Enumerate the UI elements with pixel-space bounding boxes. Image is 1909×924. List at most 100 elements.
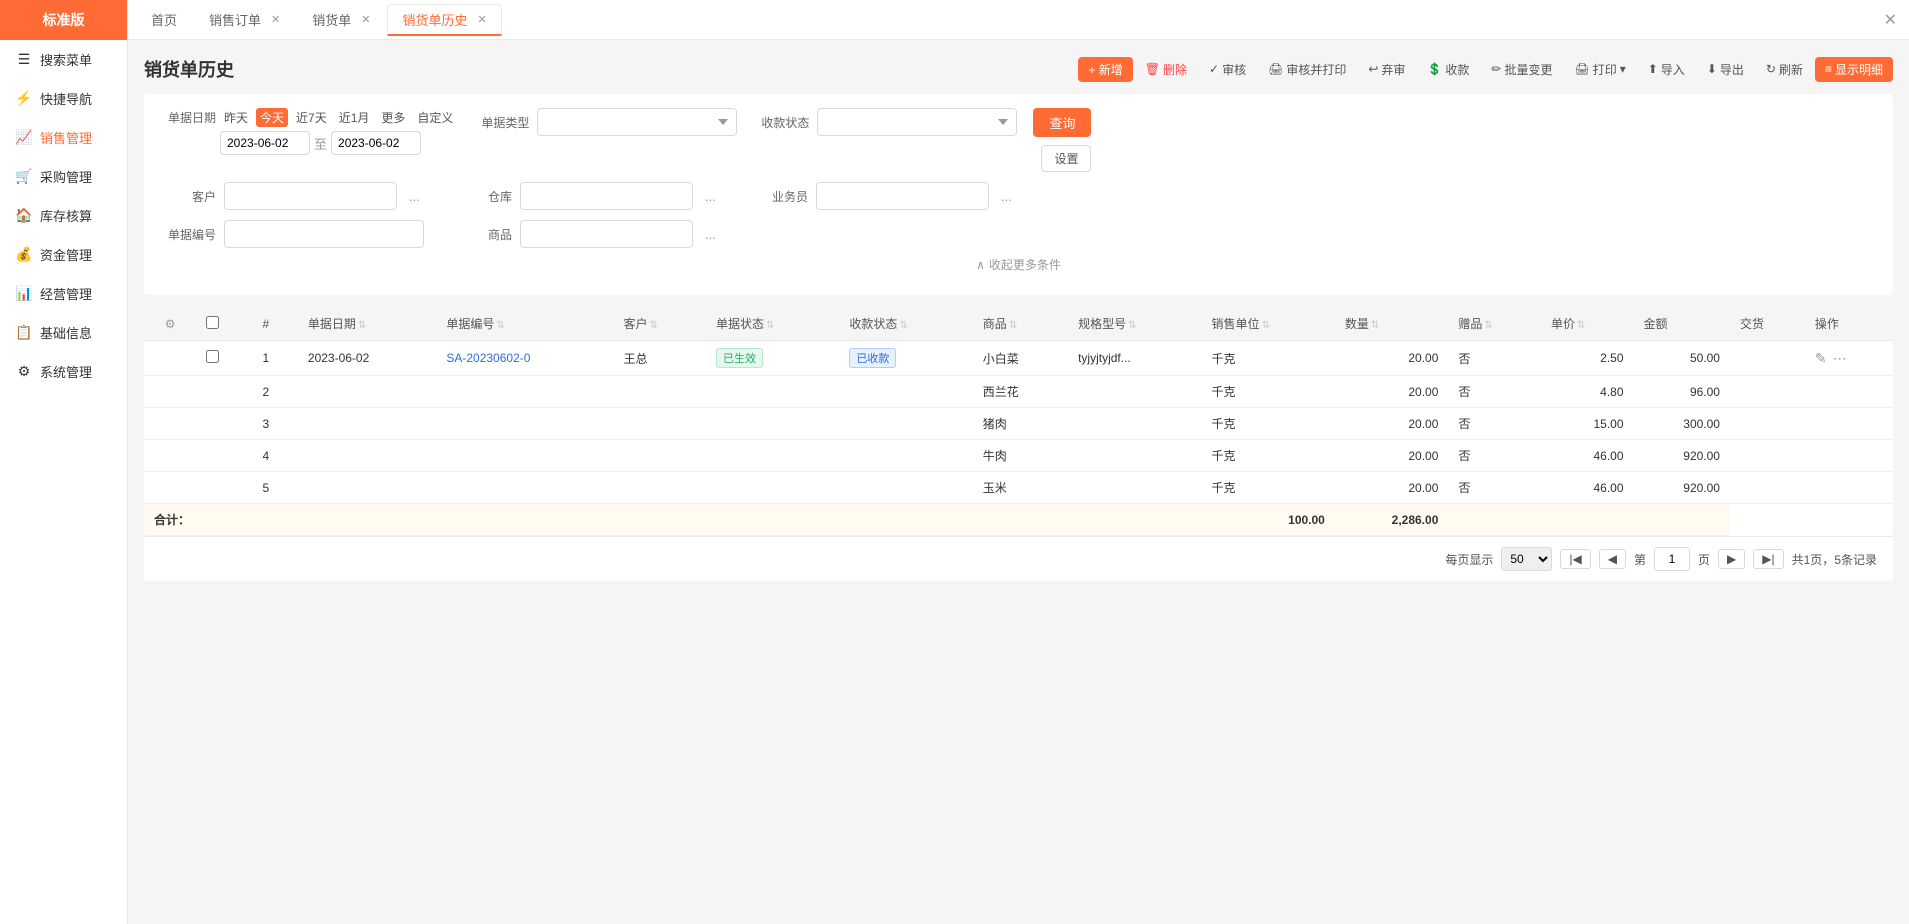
row-checkbox[interactable]	[196, 376, 252, 408]
gear-header[interactable]: ⚙	[144, 307, 196, 341]
import-button[interactable]: ⬆ 导入	[1638, 57, 1695, 82]
tab-sales-order-close[interactable]: ✕	[271, 13, 280, 26]
sidebar-item-operations[interactable]: 📊 经营管理	[0, 274, 127, 313]
7days-shortcut[interactable]: 近7天	[292, 108, 331, 127]
new-button[interactable]: + 新增	[1078, 57, 1132, 82]
sidebar-item-basic-info[interactable]: 📋 基础信息	[0, 313, 127, 352]
sidebar-item-label: 采购管理	[40, 167, 92, 186]
row-checkbox[interactable]	[196, 440, 252, 472]
row-doc-number[interactable]	[436, 408, 613, 440]
filter-actions: 查询 设置	[1033, 108, 1091, 172]
tab-sales-history-close[interactable]: ✕	[478, 13, 487, 26]
row-doc-number[interactable]	[436, 376, 613, 408]
sidebar-item-inventory[interactable]: 🏠 库存核算	[0, 196, 127, 235]
row-doc-number[interactable]	[436, 440, 613, 472]
page-size-select[interactable]: 50 20 100	[1501, 547, 1552, 571]
payment-status-select[interactable]	[817, 108, 1017, 136]
discard-button[interactable]: ↩ 弃审	[1358, 57, 1415, 82]
customer-dots[interactable]: ...	[409, 189, 420, 204]
audit-button[interactable]: ✓ 审核	[1199, 57, 1256, 82]
1month-shortcut[interactable]: 近1月	[335, 108, 374, 127]
export-button[interactable]: ⬇ 导出	[1697, 57, 1754, 82]
tab-sales-delivery[interactable]: 销货单 ✕	[297, 4, 385, 36]
print-button[interactable]: 🖨 打印 ▾	[1564, 57, 1635, 82]
tab-sales-history[interactable]: 销货单历史 ✕	[387, 4, 501, 36]
gift-header[interactable]: 赠品⇅	[1448, 307, 1541, 341]
last-page-button[interactable]: ▶|	[1753, 549, 1783, 569]
batch-change-button[interactable]: ✏ 批量变更	[1481, 57, 1562, 82]
row-product: 西兰花	[973, 376, 1068, 408]
doc-status-header[interactable]: 单据状态⇅	[706, 307, 839, 341]
sidebar-item-system[interactable]: ⚙ 系统管理	[0, 352, 127, 391]
row-customer	[613, 472, 706, 504]
more-shortcut[interactable]: 更多	[377, 108, 409, 127]
table-row: 4 牛肉 千克 20.00 否 46.00 920.00	[144, 440, 1893, 472]
warehouse-input[interactable]	[520, 182, 693, 210]
next-page-button[interactable]: ▶	[1718, 549, 1745, 569]
row-checkbox-input[interactable]	[206, 350, 219, 363]
edit-button[interactable]: ✎	[1815, 350, 1827, 367]
quantity-header[interactable]: 数量⇅	[1335, 307, 1449, 341]
price-header[interactable]: 单价⇅	[1541, 307, 1634, 341]
first-page-button[interactable]: |◀	[1560, 549, 1590, 569]
quick-nav-icon: ⚡	[16, 91, 32, 107]
row-checkbox[interactable]	[196, 472, 252, 504]
date-from-input[interactable]	[220, 131, 310, 155]
unit-header[interactable]: 销售单位⇅	[1201, 307, 1334, 341]
refresh-icon: ↻	[1766, 62, 1776, 76]
table-row: 2 西兰花 千克 20.00 否 4.80 96.00	[144, 376, 1893, 408]
product-input[interactable]	[520, 220, 693, 248]
sidebar-item-finance[interactable]: 💰 资金管理	[0, 235, 127, 274]
select-all-checkbox[interactable]	[206, 316, 219, 329]
doc-date-header[interactable]: 单据日期⇅	[298, 307, 436, 341]
tab-sales-order[interactable]: 销售订单 ✕	[194, 4, 295, 36]
more-button[interactable]: ⋯	[1833, 350, 1847, 367]
row-amount: 300.00	[1634, 408, 1730, 440]
row-quantity: 20.00	[1335, 440, 1449, 472]
sales-icon: 📈	[16, 130, 32, 146]
collapse-button[interactable]: ∧ 收起更多条件	[976, 256, 1061, 273]
yesterday-shortcut[interactable]: 昨天	[220, 108, 252, 127]
customer-input[interactable]	[224, 182, 397, 210]
row-transaction	[1730, 341, 1805, 376]
row-amount: 920.00	[1634, 440, 1730, 472]
customer-header[interactable]: 客户⇅	[613, 307, 706, 341]
salesperson-input[interactable]	[816, 182, 989, 210]
sidebar-item-search-menu[interactable]: ☰ 搜索菜单	[0, 40, 127, 79]
tab-home[interactable]: 首页	[136, 4, 192, 36]
tab-sales-delivery-close[interactable]: ✕	[361, 13, 370, 26]
prev-page-button[interactable]: ◀	[1599, 549, 1626, 569]
warehouse-dots[interactable]: ...	[705, 189, 716, 204]
doc-number-input[interactable]	[224, 220, 424, 248]
collapse-label: 收起更多条件	[989, 256, 1061, 273]
date-to-input[interactable]	[331, 131, 421, 155]
doc-number-header[interactable]: 单据编号⇅	[436, 307, 613, 341]
delete-button[interactable]: 🗑 删除	[1135, 57, 1197, 82]
sidebar-item-label: 经营管理	[40, 284, 92, 303]
row-doc-number[interactable]	[436, 472, 613, 504]
row-checkbox[interactable]	[196, 408, 252, 440]
spec-header[interactable]: 规格型号⇅	[1068, 307, 1201, 341]
sidebar-item-sales[interactable]: 📈 销售管理	[0, 118, 127, 157]
today-shortcut[interactable]: 今天	[256, 108, 288, 127]
doc-type-select[interactable]	[537, 108, 737, 136]
product-dots[interactable]: ...	[705, 227, 716, 242]
audit-print-button[interactable]: 🖨 审核并打印	[1258, 57, 1356, 82]
row-doc-number[interactable]: SA-20230602-0	[436, 341, 613, 376]
row-checkbox[interactable]	[196, 341, 252, 376]
settings-button[interactable]: 设置	[1041, 145, 1091, 172]
batch-change-icon: ✏	[1491, 62, 1501, 76]
sidebar-item-quick-nav[interactable]: ⚡ 快捷导航	[0, 79, 127, 118]
sidebar-item-purchase[interactable]: 🛒 采购管理	[0, 157, 127, 196]
show-detail-button[interactable]: ≡ 显示明细	[1815, 57, 1893, 82]
close-all-tabs-button[interactable]: ✕	[1880, 6, 1901, 34]
product-header[interactable]: 商品⇅	[973, 307, 1068, 341]
refresh-button[interactable]: ↻ 刷新	[1756, 57, 1813, 82]
payment-status-header[interactable]: 收款状态⇅	[839, 307, 972, 341]
collect-button[interactable]: 💲 收款	[1417, 57, 1479, 82]
query-button[interactable]: 查询	[1033, 108, 1091, 137]
salesperson-dots[interactable]: ...	[1001, 189, 1012, 204]
checkbox-header[interactable]	[196, 307, 252, 341]
custom-shortcut[interactable]: 自定义	[413, 108, 457, 127]
page-number-input[interactable]	[1654, 547, 1690, 571]
